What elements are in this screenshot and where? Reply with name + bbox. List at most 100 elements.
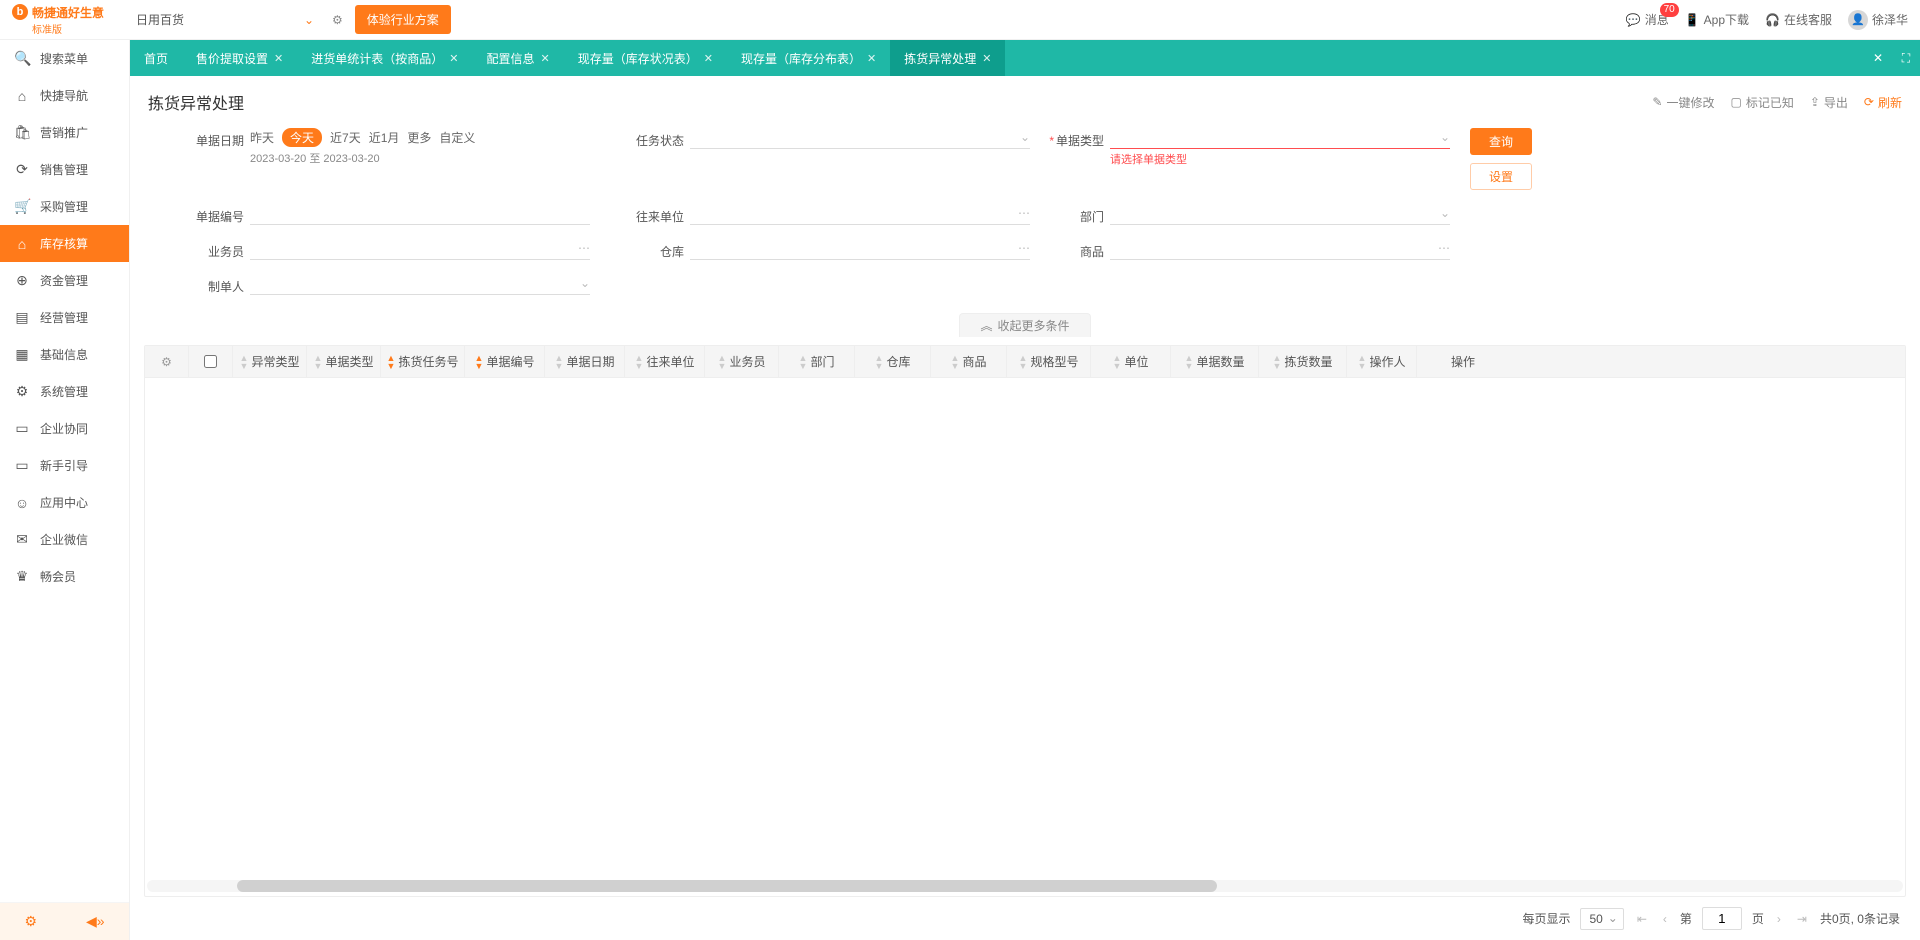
th-4[interactable]: ▲▼拣货任务号 bbox=[381, 346, 465, 377]
th-16[interactable]: ▲▼操作人 bbox=[1347, 346, 1417, 377]
sidebar-item-8[interactable]: ▦基础信息 bbox=[0, 336, 129, 373]
trial-solution-button[interactable]: 体验行业方案 bbox=[355, 5, 451, 34]
sidebar-item-0[interactable]: 🔍搜索菜单 bbox=[0, 40, 129, 77]
th-9[interactable]: ▲▼部门 bbox=[779, 346, 855, 377]
mark-known-button[interactable]: ▢标记已知 bbox=[1730, 94, 1793, 111]
sidebar-item-6[interactable]: ⊕资金管理 bbox=[0, 262, 129, 299]
th-11[interactable]: ▲▼商品 bbox=[931, 346, 1007, 377]
sidebar-item-4[interactable]: 🛒采购管理 bbox=[0, 188, 129, 225]
export-button[interactable]: ⇪导出 bbox=[1810, 94, 1848, 111]
th-12[interactable]: ▲▼规格型号 bbox=[1007, 346, 1091, 377]
maker-input[interactable] bbox=[250, 274, 590, 295]
sidebar-item-7[interactable]: ▤经营管理 bbox=[0, 299, 129, 336]
sidebar-item-3[interactable]: ⟳销售管理 bbox=[0, 151, 129, 188]
th-15[interactable]: ▲▼拣货数量 bbox=[1259, 346, 1347, 377]
close-icon[interactable]: ✕ bbox=[867, 52, 876, 65]
sidebar-item-11[interactable]: ▭新手引导 bbox=[0, 447, 129, 484]
date-opt-2[interactable]: 近7天 bbox=[330, 129, 361, 146]
date-opt-0[interactable]: 昨天 bbox=[250, 129, 274, 146]
th-3[interactable]: ▲▼单据类型 bbox=[307, 346, 381, 377]
date-opt-5[interactable]: 自定义 bbox=[439, 129, 475, 146]
sidebar-item-icon: ✉ bbox=[14, 531, 30, 548]
th-6[interactable]: ▲▼单据日期 bbox=[545, 346, 625, 377]
doc-no-input[interactable] bbox=[250, 204, 590, 225]
query-button[interactable]: 查询 bbox=[1470, 128, 1532, 155]
sidebar-item-10[interactable]: ▭企业协同 bbox=[0, 410, 129, 447]
batch-edit-button[interactable]: ✎一键修改 bbox=[1652, 94, 1714, 111]
gear-icon[interactable]: ⚙ bbox=[332, 13, 343, 27]
domain-select[interactable]: 日用百货 ⌄ bbox=[130, 11, 320, 28]
tab-expand-icon[interactable]: ⛶ bbox=[1892, 51, 1920, 66]
th-13[interactable]: ▲▼单位 bbox=[1091, 346, 1171, 377]
app-download-button[interactable]: 📱 App下载 bbox=[1685, 11, 1749, 28]
date-opt-3[interactable]: 近1月 bbox=[369, 129, 400, 146]
chevron-down-icon[interactable]: ⌄ bbox=[1440, 206, 1450, 220]
tab-5[interactable]: 现存量（库存分布表）✕ bbox=[727, 40, 890, 76]
filter-partner-label: 往来单位 bbox=[610, 204, 690, 225]
close-icon[interactable]: ✕ bbox=[541, 52, 550, 65]
sidebar-collapse-icon[interactable]: ◀» bbox=[86, 913, 105, 930]
th-5[interactable]: ▲▼单据编号 bbox=[465, 346, 545, 377]
pager-last-icon[interactable]: ⇥ bbox=[1794, 912, 1810, 926]
chevron-down-icon[interactable]: ⌄ bbox=[1020, 130, 1030, 144]
sidebar-item-13[interactable]: ✉企业微信 bbox=[0, 521, 129, 558]
page-input[interactable] bbox=[1702, 907, 1742, 930]
date-opt-4[interactable]: 更多 bbox=[407, 129, 431, 146]
tab-3[interactable]: 配置信息✕ bbox=[472, 40, 563, 76]
online-service-button[interactable]: 🎧 在线客服 bbox=[1765, 11, 1832, 28]
sidebar-item-9[interactable]: ⚙系统管理 bbox=[0, 373, 129, 410]
th-2[interactable]: ▲▼异常类型 bbox=[233, 346, 307, 377]
tab-2[interactable]: 进货单统计表（按商品）✕ bbox=[297, 40, 472, 76]
per-page-select[interactable]: 50 bbox=[1580, 908, 1623, 930]
more-icon[interactable]: ⋯ bbox=[578, 241, 590, 255]
select-all-checkbox[interactable] bbox=[204, 355, 217, 368]
dept-input[interactable] bbox=[1110, 204, 1450, 225]
th-14[interactable]: ▲▼单据数量 bbox=[1171, 346, 1259, 377]
tab-6[interactable]: 拣货异常处理✕ bbox=[890, 40, 1005, 76]
sidebar-item-label: 应用中心 bbox=[40, 494, 88, 511]
pager-prev-icon[interactable]: ‹ bbox=[1660, 912, 1670, 926]
messages-button[interactable]: 💬 消息 70 bbox=[1626, 11, 1669, 28]
scrollbar-thumb[interactable] bbox=[237, 880, 1217, 892]
close-icon[interactable]: ✕ bbox=[704, 52, 713, 65]
sidebar-item-1[interactable]: ⌂快捷导航 bbox=[0, 77, 129, 114]
close-icon[interactable]: ✕ bbox=[982, 52, 991, 65]
close-icon[interactable]: ✕ bbox=[449, 52, 458, 65]
chevron-down-icon[interactable]: ⌄ bbox=[1440, 130, 1450, 144]
tab-0[interactable]: 首页 bbox=[130, 40, 182, 76]
warehouse-input[interactable] bbox=[690, 239, 1030, 260]
page-actions: ✎一键修改 ▢标记已知 ⇪导出 ⟳刷新 bbox=[1652, 94, 1902, 111]
task-status-input[interactable] bbox=[690, 128, 1030, 149]
collapse-filters-button[interactable]: ︽ 收起更多条件 bbox=[959, 313, 1090, 337]
clerk-input[interactable] bbox=[250, 239, 590, 260]
refresh-button[interactable]: ⟳刷新 bbox=[1864, 94, 1902, 111]
tab-1[interactable]: 售价提取设置✕ bbox=[182, 40, 297, 76]
th-1[interactable] bbox=[189, 346, 233, 377]
sidebar-settings-icon[interactable]: ⚙ bbox=[24, 913, 37, 930]
close-icon[interactable]: ✕ bbox=[274, 52, 283, 65]
more-icon[interactable]: ⋯ bbox=[1018, 241, 1030, 255]
date-opt-1[interactable]: 今天 bbox=[282, 128, 322, 147]
sidebar-item-14[interactable]: ♛畅会员 bbox=[0, 558, 129, 595]
th-10[interactable]: ▲▼仓库 bbox=[855, 346, 931, 377]
more-icon[interactable]: ⋯ bbox=[1018, 206, 1030, 220]
settings-button[interactable]: 设置 bbox=[1470, 163, 1532, 190]
gear-icon[interactable]: ⚙ bbox=[161, 355, 172, 369]
th-8[interactable]: ▲▼业务员 bbox=[705, 346, 779, 377]
pager-next-icon[interactable]: › bbox=[1774, 912, 1784, 926]
more-icon[interactable]: ⋯ bbox=[1438, 241, 1450, 255]
th-7[interactable]: ▲▼往来单位 bbox=[625, 346, 705, 377]
sidebar-item-2[interactable]: 🛍营销推广 bbox=[0, 114, 129, 151]
user-menu[interactable]: 👤 徐泽华 bbox=[1848, 10, 1908, 30]
sidebar-item-12[interactable]: ☺应用中心 bbox=[0, 484, 129, 521]
doc-type-input[interactable] bbox=[1110, 128, 1450, 149]
partner-input[interactable] bbox=[690, 204, 1030, 225]
goods-input[interactable] bbox=[1110, 239, 1450, 260]
chevron-down-icon[interactable]: ⌄ bbox=[580, 276, 590, 290]
sidebar-item-5[interactable]: ⌂库存核算 bbox=[0, 225, 129, 262]
tab-4[interactable]: 现存量（库存状况表）✕ bbox=[564, 40, 727, 76]
pager-first-icon[interactable]: ⇤ bbox=[1634, 912, 1650, 926]
horizontal-scrollbar[interactable] bbox=[147, 880, 1903, 892]
tab-close-all-icon[interactable]: ✕ bbox=[1864, 51, 1892, 65]
brand-edition: 标准版 bbox=[32, 21, 130, 36]
